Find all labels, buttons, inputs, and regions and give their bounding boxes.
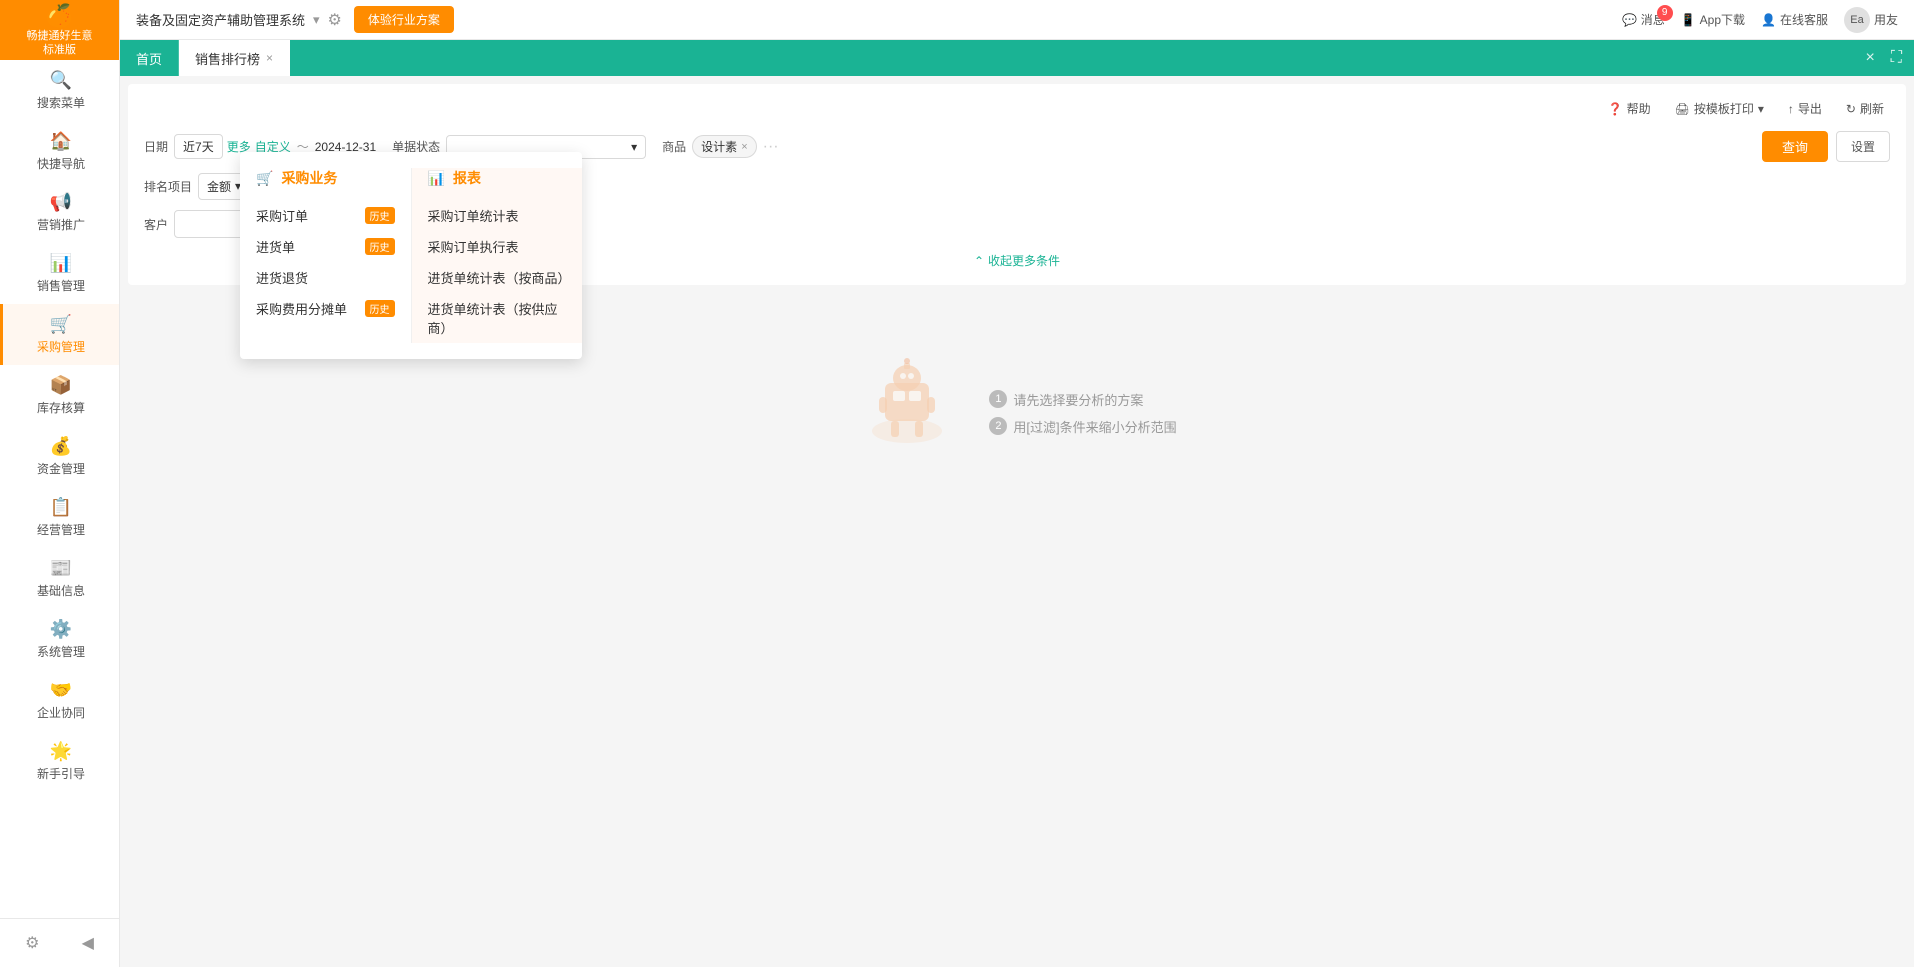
report-section-header: 📊 报表 <box>428 168 567 188</box>
purchase-section-icon: 🛒 <box>256 170 273 187</box>
report-incoming-supplier-item[interactable]: 进货单统计表（按供应商） <box>428 293 567 343</box>
report-section-icon: 📊 <box>428 170 445 187</box>
report-order-exec-item[interactable]: 采购订单执行表 <box>428 231 567 262</box>
incoming-history-badge: 历史 <box>365 238 395 255</box>
purchase-incoming-item[interactable]: 进货单 历史 <box>256 231 395 262</box>
purchase-dropdown-menu: 🛒 采购业务 采购订单 历史 进货单 历史 进货退货 采购费用分摊单 历史 <box>240 152 582 359</box>
report-order-stat-item[interactable]: 采购订单统计表 <box>428 200 567 231</box>
purchase-order-history-badge: 历史 <box>365 207 395 224</box>
report-section: 📊 报表 采购订单统计表 采购订单执行表 进货单统计表（按商品） 进货单统计表（… <box>411 168 583 343</box>
report-incoming-goods-item[interactable]: 进货单统计表（按商品） <box>428 262 567 293</box>
main-content: 🛒 采购业务 采购订单 历史 进货单 历史 进货退货 采购费用分摊单 历史 <box>120 76 1914 967</box>
purchase-order-item[interactable]: 采购订单 历史 <box>256 200 395 231</box>
main-area: 装备及固定资产辅助管理系统 ▾ ⚙ 体验行业方案 💬 消息 9 📱 App下载 … <box>120 0 1914 967</box>
purchase-section-header: 🛒 采购业务 <box>256 168 395 188</box>
purchase-return-item[interactable]: 进货退货 <box>256 262 395 293</box>
fee-history-badge: 历史 <box>365 300 395 317</box>
purchase-section: 🛒 采购业务 采购订单 历史 进货单 历史 进货退货 采购费用分摊单 历史 <box>240 168 411 343</box>
purchase-fee-item[interactable]: 采购费用分摊单 历史 <box>256 293 395 324</box>
